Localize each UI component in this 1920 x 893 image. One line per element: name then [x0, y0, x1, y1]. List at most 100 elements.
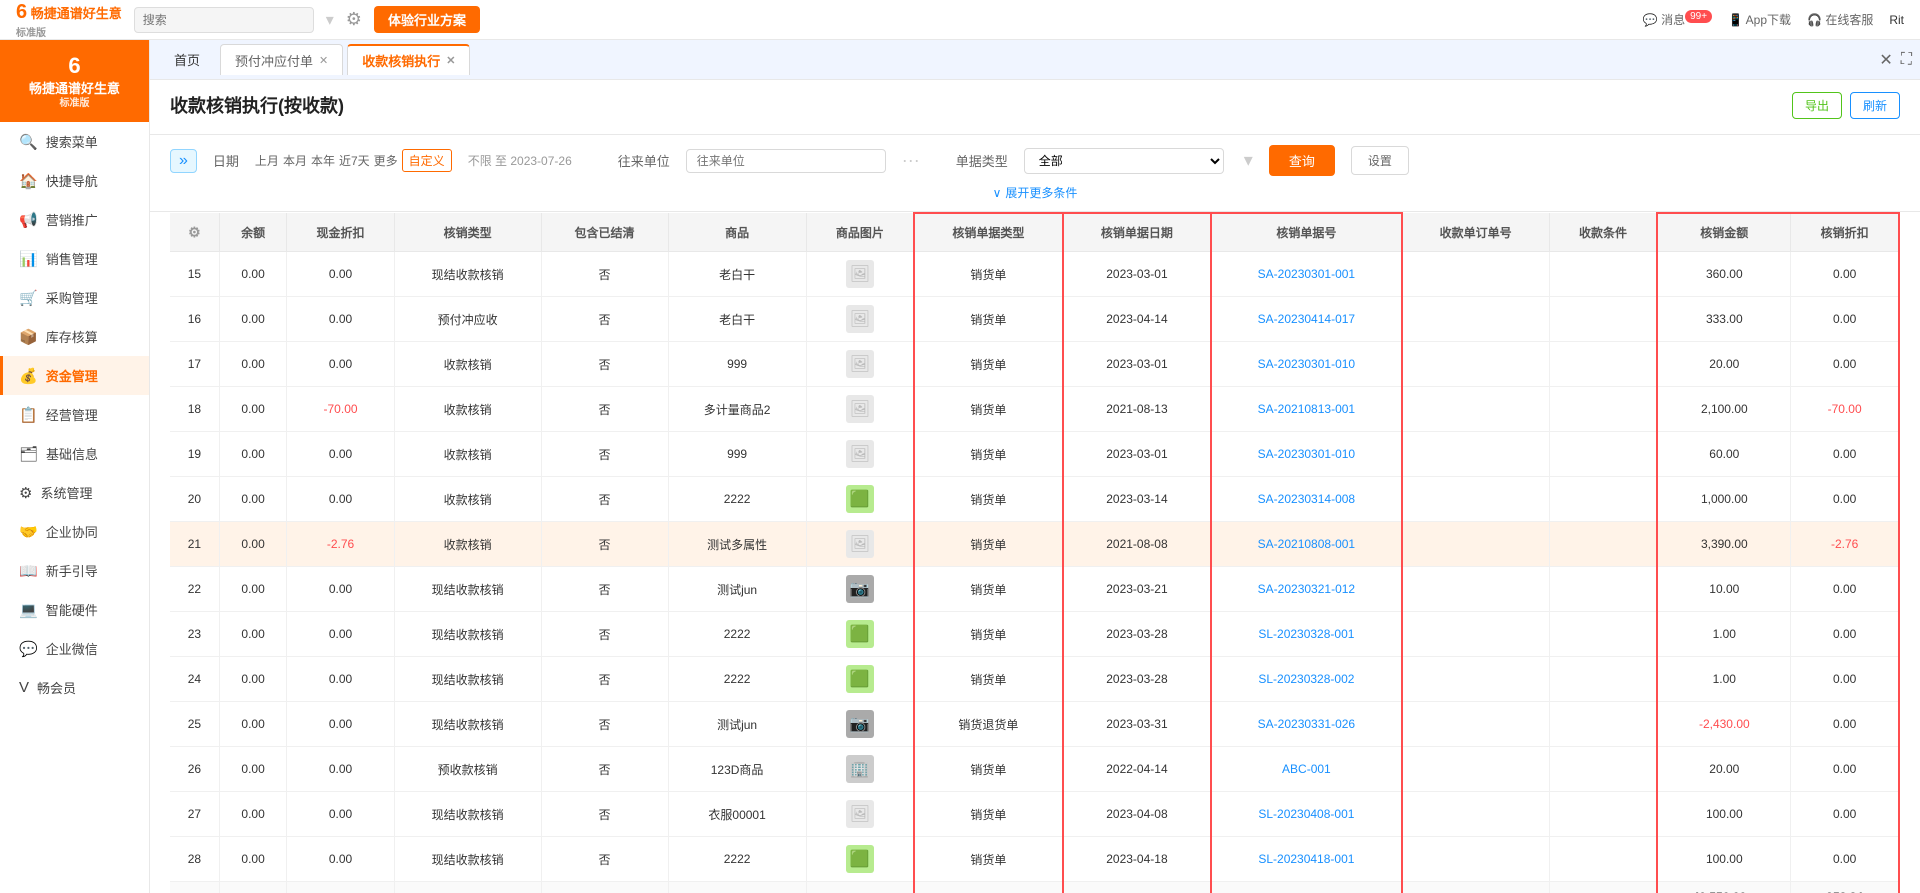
cell-bill-no[interactable]: ABC-001 [1211, 747, 1401, 792]
filter-expand-icon[interactable]: » [170, 149, 197, 173]
sidebar-item-finance[interactable]: 💰资金管理 [0, 356, 149, 395]
user-name[interactable]: Rit [1889, 13, 1904, 27]
bill-no-link[interactable]: SL-20230328-001 [1258, 627, 1354, 641]
table-row[interactable]: 28 0.00 0.00 现结收款核销 否 2222 🟩 销货单 2023-04… [170, 837, 1899, 882]
table-row[interactable]: 17 0.00 0.00 收款核销 否 999 🖼 销货单 2023-03-01… [170, 342, 1899, 387]
bill-no-link[interactable]: SA-20230331-026 [1258, 717, 1355, 731]
cell-verify-type: 收款核销 [394, 342, 541, 387]
cell-bill-no[interactable]: SA-20230301-010 [1211, 432, 1401, 477]
date-this-year[interactable]: 本年 [311, 152, 335, 169]
cell-bill-no[interactable]: SL-20230328-001 [1211, 612, 1401, 657]
bill-no-link[interactable]: SA-20230301-001 [1258, 267, 1355, 281]
refresh-btn[interactable]: 刷新 [1850, 92, 1900, 119]
sidebar-item-inventory[interactable]: 📦库存核算 [0, 317, 149, 356]
table-header-row: ⚙ 余额 现金折扣 核销类型 包含已结清 商品 商品图片 核销单据类型 核销单据… [170, 213, 1899, 252]
sidebar-item-search[interactable]: 🔍搜索菜单 [0, 122, 149, 161]
tab-close-prepay[interactable]: ✕ [319, 54, 328, 67]
sidebar-item-purchase[interactable]: 🛒采购管理 [0, 278, 149, 317]
cell-receipt-condition [1549, 612, 1657, 657]
cell-bill-type: 销货单 [914, 342, 1063, 387]
cell-balance: 0.00 [219, 567, 287, 612]
date-more[interactable]: 更多 [374, 152, 398, 169]
table-row[interactable]: 21 0.00 -2.76 收款核销 否 测试多属性 🖼 销货单 2021-08… [170, 522, 1899, 567]
cell-bill-no[interactable]: SA-20210808-001 [1211, 522, 1401, 567]
sidebar-item-marketing[interactable]: 📢营销推广 [0, 200, 149, 239]
app-download[interactable]: 📱 App下载 [1728, 11, 1791, 28]
tab-prepay[interactable]: 预付冲应付单✕ [220, 44, 343, 75]
cell-id: 16 [170, 297, 219, 342]
sidebar-item-enterprise[interactable]: 🤝企业协同 [0, 512, 149, 551]
bill-type-select[interactable]: 全部 [1024, 148, 1224, 174]
table-row[interactable]: 16 0.00 0.00 预付冲应收 否 老白干 🖼 销货单 2023-04-1… [170, 297, 1899, 342]
table-row[interactable]: 27 0.00 0.00 现结收款核销 否 衣服00001 🖼 销货单 2023… [170, 792, 1899, 837]
cell-bill-no[interactable]: SL-20230418-001 [1211, 837, 1401, 882]
sidebar-item-hardware[interactable]: 💻智能硬件 [0, 590, 149, 629]
table-row[interactable]: 23 0.00 0.00 现结收款核销 否 2222 🟩 销货单 2023-03… [170, 612, 1899, 657]
bill-no-link[interactable]: SL-20230408-001 [1258, 807, 1354, 821]
date-this-month[interactable]: 本月 [283, 152, 307, 169]
bill-no-link[interactable]: SA-20230321-012 [1258, 582, 1355, 596]
export-btn[interactable]: 导出 [1792, 92, 1842, 119]
table-row[interactable]: 19 0.00 0.00 收款核销 否 999 🖼 销货单 2023-03-01… [170, 432, 1899, 477]
date-7days[interactable]: 近7天 [339, 152, 370, 169]
cell-bill-no[interactable]: SL-20230328-002 [1211, 657, 1401, 702]
sidebar-item-guide[interactable]: 📖新手引导 [0, 551, 149, 590]
cell-bill-no[interactable]: SA-20230331-026 [1211, 702, 1401, 747]
cell-bill-no[interactable]: SA-20230321-012 [1211, 567, 1401, 612]
sidebar-item-member[interactable]: V畅会员 [0, 668, 149, 707]
select-dropdown-icon: ▾ [1244, 150, 1253, 171]
sidebar-item-system[interactable]: ⚙系统管理 [0, 473, 149, 512]
sidebar-item-basic[interactable]: 🗂基础信息 [0, 434, 149, 473]
table-area[interactable]: ⚙ 余额 现金折扣 核销类型 包含已结清 商品 商品图片 核销单据类型 核销单据… [150, 212, 1920, 893]
tab-close-receipt-verify[interactable]: ✕ [446, 54, 455, 67]
table-row[interactable]: 25 0.00 0.00 现结收款核销 否 测试jun 📷 销货退货单 2023… [170, 702, 1899, 747]
sidebar-item-sales[interactable]: 📊销售管理 [0, 239, 149, 278]
table-row[interactable]: 22 0.00 0.00 现结收款核销 否 测试jun 📷 销货单 2023-0… [170, 567, 1899, 612]
expand-more-btn[interactable]: ∨ 展开更多条件 [993, 184, 1078, 201]
cell-bill-date: 2023-03-01 [1063, 252, 1212, 297]
industry-btn[interactable]: 体验行业方案 [374, 6, 480, 33]
maximize-btn[interactable]: ⛶ [1901, 50, 1912, 70]
cell-verify-discount: 0.00 [1791, 342, 1899, 387]
sidebar-item-operation[interactable]: 📋经营管理 [0, 395, 149, 434]
table-row[interactable]: 24 0.00 0.00 现结收款核销 否 2222 🟩 销货单 2023-03… [170, 657, 1899, 702]
bill-no-link[interactable]: SA-20230301-010 [1258, 447, 1355, 461]
date-custom[interactable]: 自定义 [402, 149, 452, 172]
setting-btn[interactable]: 设置 [1351, 146, 1409, 175]
sidebar-item-quick-nav[interactable]: 🏠快捷导航 [0, 161, 149, 200]
bill-no-link[interactable]: SL-20230418-001 [1258, 852, 1354, 866]
online-service[interactable]: 🎧 在线客服 [1807, 11, 1873, 28]
cell-balance: 0.00 [219, 747, 287, 792]
message-area[interactable]: 💬 消息99+ [1643, 11, 1712, 28]
col-settings-icon[interactable]: ⚙ [188, 224, 201, 240]
cell-bill-no[interactable]: SA-20230301-010 [1211, 342, 1401, 387]
sidebar-item-wechat[interactable]: 💬企业微信 [0, 629, 149, 668]
bill-no-link[interactable]: ABC-001 [1282, 762, 1331, 776]
bill-no-link[interactable]: SA-20210813-001 [1258, 402, 1355, 416]
expand-icon: ∨ [993, 186, 1002, 200]
table-row[interactable]: 26 0.00 0.00 预收款核销 否 123D商品 🏢 销货单 2022-0… [170, 747, 1899, 792]
th-settings[interactable]: ⚙ [170, 213, 219, 252]
date-last-month[interactable]: 上月 [255, 152, 279, 169]
cell-bill-no[interactable]: SA-20230301-001 [1211, 252, 1401, 297]
bill-no-link[interactable]: SA-20210808-001 [1258, 537, 1355, 551]
settings-icon[interactable]: ⚙ [346, 9, 362, 30]
bill-no-link[interactable]: SL-20230328-002 [1258, 672, 1354, 686]
table-row[interactable]: 18 0.00 -70.00 收款核销 否 多计量商品2 🖼 销货单 2021-… [170, 387, 1899, 432]
bill-no-link[interactable]: SA-20230314-008 [1258, 492, 1355, 506]
close-tab-btn[interactable]: ✕ [1879, 50, 1892, 70]
table-row[interactable]: 20 0.00 0.00 收款核销 否 2222 🟩 销货单 2023-03-1… [170, 477, 1899, 522]
bill-no-link[interactable]: SA-20230414-017 [1258, 312, 1355, 326]
to-unit-input[interactable] [686, 149, 886, 173]
cell-bill-no[interactable]: SA-20210813-001 [1211, 387, 1401, 432]
bill-no-link[interactable]: SA-20230301-010 [1258, 357, 1355, 371]
cell-bill-type: 销货单 [914, 567, 1063, 612]
cell-bill-no[interactable]: SA-20230414-017 [1211, 297, 1401, 342]
query-btn[interactable]: 查询 [1269, 145, 1335, 176]
cell-bill-no[interactable]: SL-20230408-001 [1211, 792, 1401, 837]
tab-home[interactable]: 首页 [158, 44, 216, 75]
table-row[interactable]: 15 0.00 0.00 现结收款核销 否 老白干 🖼 销货单 2023-03-… [170, 252, 1899, 297]
search-input[interactable] [134, 7, 314, 33]
cell-bill-no[interactable]: SA-20230314-008 [1211, 477, 1401, 522]
tab-receipt-verify[interactable]: 收款核销执行✕ [347, 44, 470, 75]
